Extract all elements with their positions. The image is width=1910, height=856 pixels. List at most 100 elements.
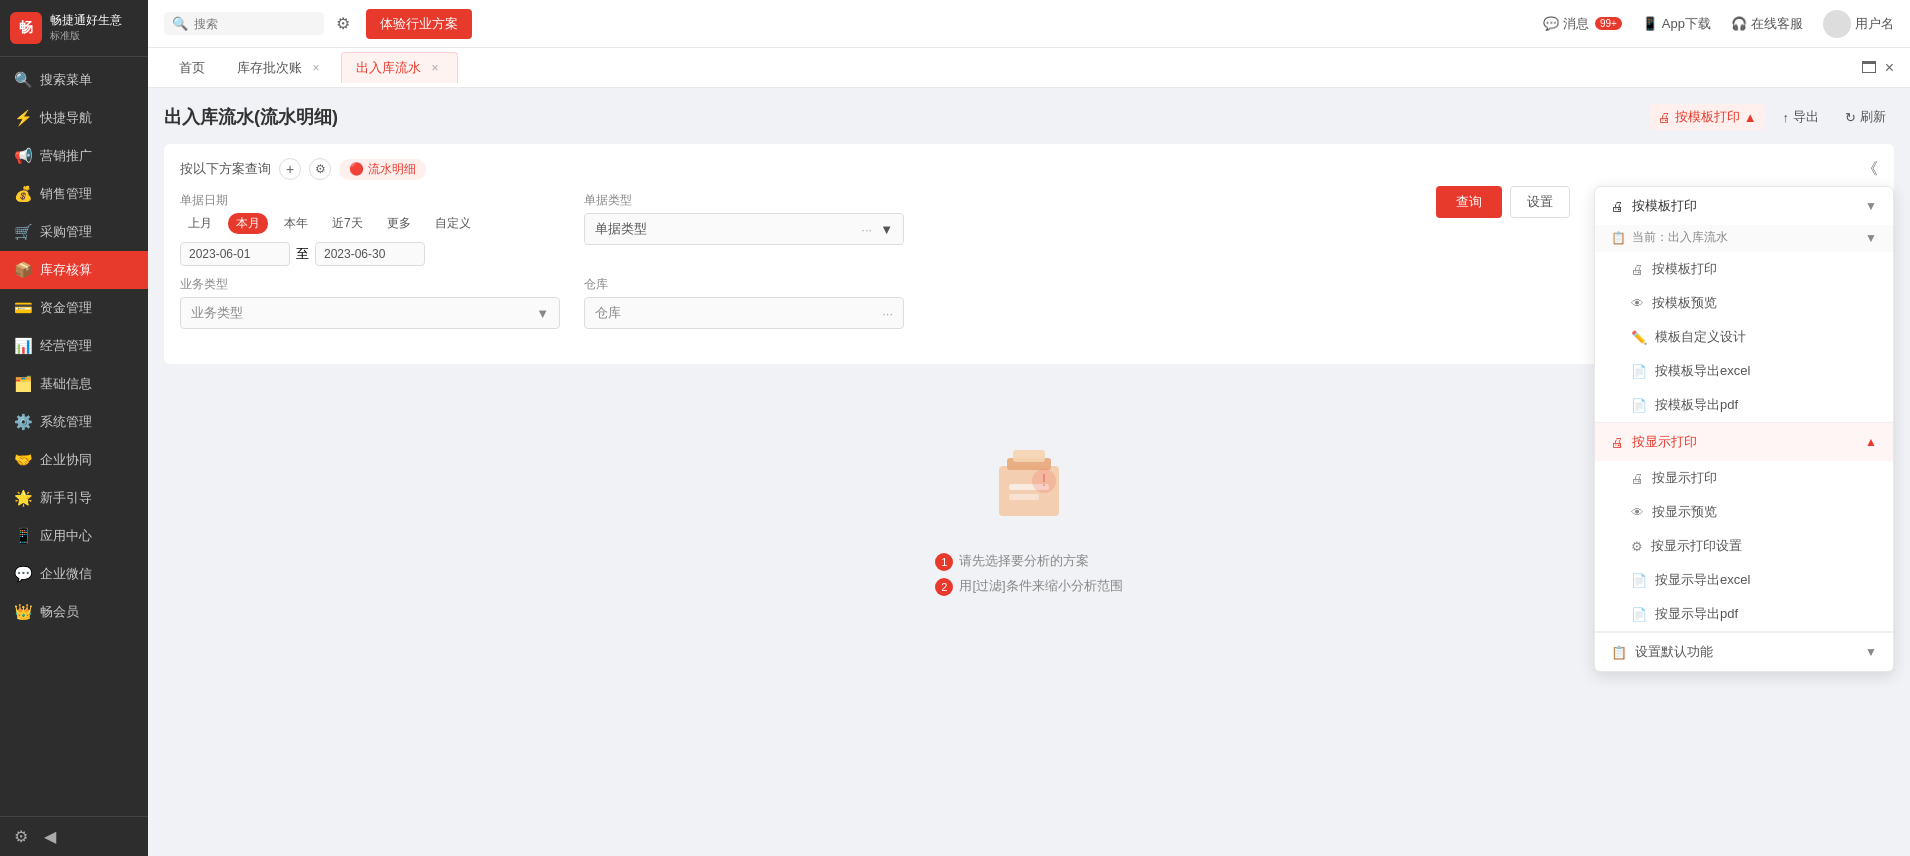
display-export-excel-label: 按显示导出excel [1655,571,1750,589]
date-from-input[interactable] [180,242,290,266]
tab-home[interactable]: 首页 [164,52,220,83]
close-window-icon[interactable]: × [1885,59,1894,77]
print-template-button[interactable]: 🖨 按模板打印 ▲ [1650,104,1765,130]
display-export-pdf-item[interactable]: 📄 按显示导出pdf [1595,597,1893,631]
sidebar-label-system: 系统管理 [40,413,92,431]
template-section-chevron: ▼ [1865,199,1877,213]
sidebar-item-search[interactable]: 🔍 搜索菜单 [0,61,148,99]
biz-type-select[interactable]: 业务类型 ▼ [180,297,560,329]
sidebar-logo: 畅 畅捷通好生意 标准版 [0,0,148,57]
filter-setting-button[interactable]: ⚙ [309,158,331,180]
set-default-item[interactable]: 📋 设置默认功能 ▼ [1595,632,1893,671]
date-input-row: 至 [180,242,560,266]
display-export-excel-item[interactable]: 📄 按显示导出excel [1595,563,1893,597]
settings-button[interactable]: 设置 [1510,186,1570,218]
svg-text:!: ! [1042,472,1046,489]
trial-button[interactable]: 体验行业方案 [366,9,472,39]
page-actions: 🖨 按模板打印 ▲ ↑ 导出 ↻ 刷新 [1650,104,1894,130]
template-export-excel-item[interactable]: 📄 按模板导出excel [1595,354,1893,388]
date-to-input[interactable] [315,242,425,266]
svg-rect-2 [1013,450,1045,462]
date-last7[interactable]: 近7天 [324,213,371,234]
logo-sub: 标准版 [50,29,122,43]
sidebar-item-sales[interactable]: 💰销售管理 [0,175,148,213]
template-design-item[interactable]: ✏️ 模板自定义设计 [1595,320,1893,354]
sidebar-item-inventory[interactable]: 📦库存核算 [0,251,148,289]
sidebar-item-shortcut[interactable]: ⚡快捷导航 [0,99,148,137]
warehouse-placeholder: 仓库 [595,304,621,322]
template-print-header[interactable]: 🖨 按模板打印 ▼ [1595,187,1893,225]
empty-steps: 1 请先选择要分析的方案 2 用[过滤]条件来缩小分析范围 [935,552,1122,602]
template-print-item[interactable]: 🖨 按模板打印 [1595,252,1893,286]
display-print-item[interactable]: 🖨 按显示打印 [1595,461,1893,495]
sidebar-icon-purchase: 🛒 [14,223,32,241]
message-icon: 💬 [1543,16,1559,31]
refresh-button[interactable]: ↻ 刷新 [1837,104,1894,130]
date-custom[interactable]: 自定义 [427,213,479,234]
search-input[interactable] [194,17,316,31]
tab-inventory-batch[interactable]: 库存批次账 × [222,52,339,83]
template-print-item-label: 按模板打印 [1652,260,1717,278]
sidebar-item-operation[interactable]: 📊经营管理 [0,327,148,365]
step-1-text: 请先选择要分析的方案 [959,552,1089,570]
display-export-pdf-label: 按显示导出pdf [1655,605,1738,623]
sidebar-icon-basic: 🗂️ [14,375,32,393]
user-avatar[interactable]: 用户名 [1823,10,1894,38]
sidebar: 畅 畅捷通好生意 标准版 🔍 搜索菜单 ⚡快捷导航📢营销推广💰销售管理🛒采购管理📦库… [0,0,148,856]
sidebar-item-marketing[interactable]: 📢营销推广 [0,137,148,175]
online-service-button[interactable]: 🎧 在线客服 [1731,15,1803,33]
sidebar-icon-search: 🔍 [14,71,32,89]
tab-inventory-batch-close[interactable]: × [308,60,324,76]
template-export-pdf-item[interactable]: 📄 按模板导出pdf [1595,388,1893,422]
query-button[interactable]: 查询 [1436,186,1502,218]
biz-type-placeholder: 业务类型 [191,304,243,322]
sidebar-item-collab[interactable]: 🤝企业协同 [0,441,148,479]
date-curr-month[interactable]: 本月 [228,213,268,234]
sidebar-icon-collab: 🤝 [14,451,32,469]
display-print-settings-item[interactable]: ⚙ 按显示打印设置 [1595,529,1893,563]
gear-icon[interactable]: ⚙ [336,14,350,33]
tab-inout-flow[interactable]: 出入库流水 × [341,52,458,83]
sidebar-nav: 🔍 搜索菜单 ⚡快捷导航📢营销推广💰销售管理🛒采购管理📦库存核算💳资金管理📊经营管理… [0,57,148,816]
query-action-area: 查询 设置 [1436,186,1570,218]
refresh-icon: ↻ [1845,110,1856,125]
set-default-label: 设置默认功能 [1635,643,1713,661]
tab-inout-flow-label: 出入库流水 [356,59,421,77]
date-prev-month[interactable]: 上月 [180,213,220,234]
app-download-button[interactable]: 📱 App下载 [1642,15,1711,33]
display-preview-item[interactable]: 👁 按显示预览 [1595,495,1893,529]
online-service-label: 在线客服 [1751,15,1803,33]
sidebar-item-wechat[interactable]: 💬企业微信 [0,555,148,593]
warehouse-select[interactable]: 仓库 ··· [584,297,904,329]
sidebar-item-system[interactable]: ⚙️系统管理 [0,403,148,441]
sidebar-item-guide[interactable]: 🌟新手引导 [0,479,148,517]
sidebar-item-appCenter[interactable]: 📱应用中心 [0,517,148,555]
type-select[interactable]: 单据类型 ··· ▼ [584,213,904,245]
sidebar-item-member[interactable]: 👑畅会员 [0,593,148,631]
sidebar-label-search: 搜索菜单 [40,71,92,89]
tab-inout-flow-close[interactable]: × [427,60,443,76]
export-button[interactable]: ↑ 导出 [1775,104,1828,130]
sidebar-bottom: ⚙ ◀ [0,816,148,856]
date-curr-year[interactable]: 本年 [276,213,316,234]
display-preview-label: 按显示预览 [1652,503,1717,521]
message-button[interactable]: 💬 消息 99+ [1543,15,1622,33]
template-preview-item[interactable]: 👁 按模板预览 [1595,286,1893,320]
date-more[interactable]: 更多 [379,213,419,234]
filter-add-button[interactable]: + [279,158,301,180]
warehouse-more-icon: ··· [882,306,893,321]
message-label: 消息 [1563,15,1589,33]
export-label: 导出 [1793,108,1819,126]
sidebar-item-purchase[interactable]: 🛒采购管理 [0,213,148,251]
display-print-header[interactable]: 🖨 按显示打印 ▲ [1595,423,1893,461]
sidebar-item-basic[interactable]: 🗂️基础信息 [0,365,148,403]
template-design-label: 模板自定义设计 [1655,328,1746,346]
filter-collapse-icon[interactable]: 《 [1862,159,1878,180]
collapse-sidebar-icon[interactable]: ◀ [44,827,56,846]
sidebar-item-finance[interactable]: 💳资金管理 [0,289,148,327]
phone-icon: 📱 [1642,16,1658,31]
restore-window-icon[interactable]: 🗖 [1861,59,1877,77]
settings-icon[interactable]: ⚙ [14,827,28,846]
topbar-search-box[interactable]: 🔍 [164,12,324,35]
current-template-icon: 📋 [1611,231,1626,245]
